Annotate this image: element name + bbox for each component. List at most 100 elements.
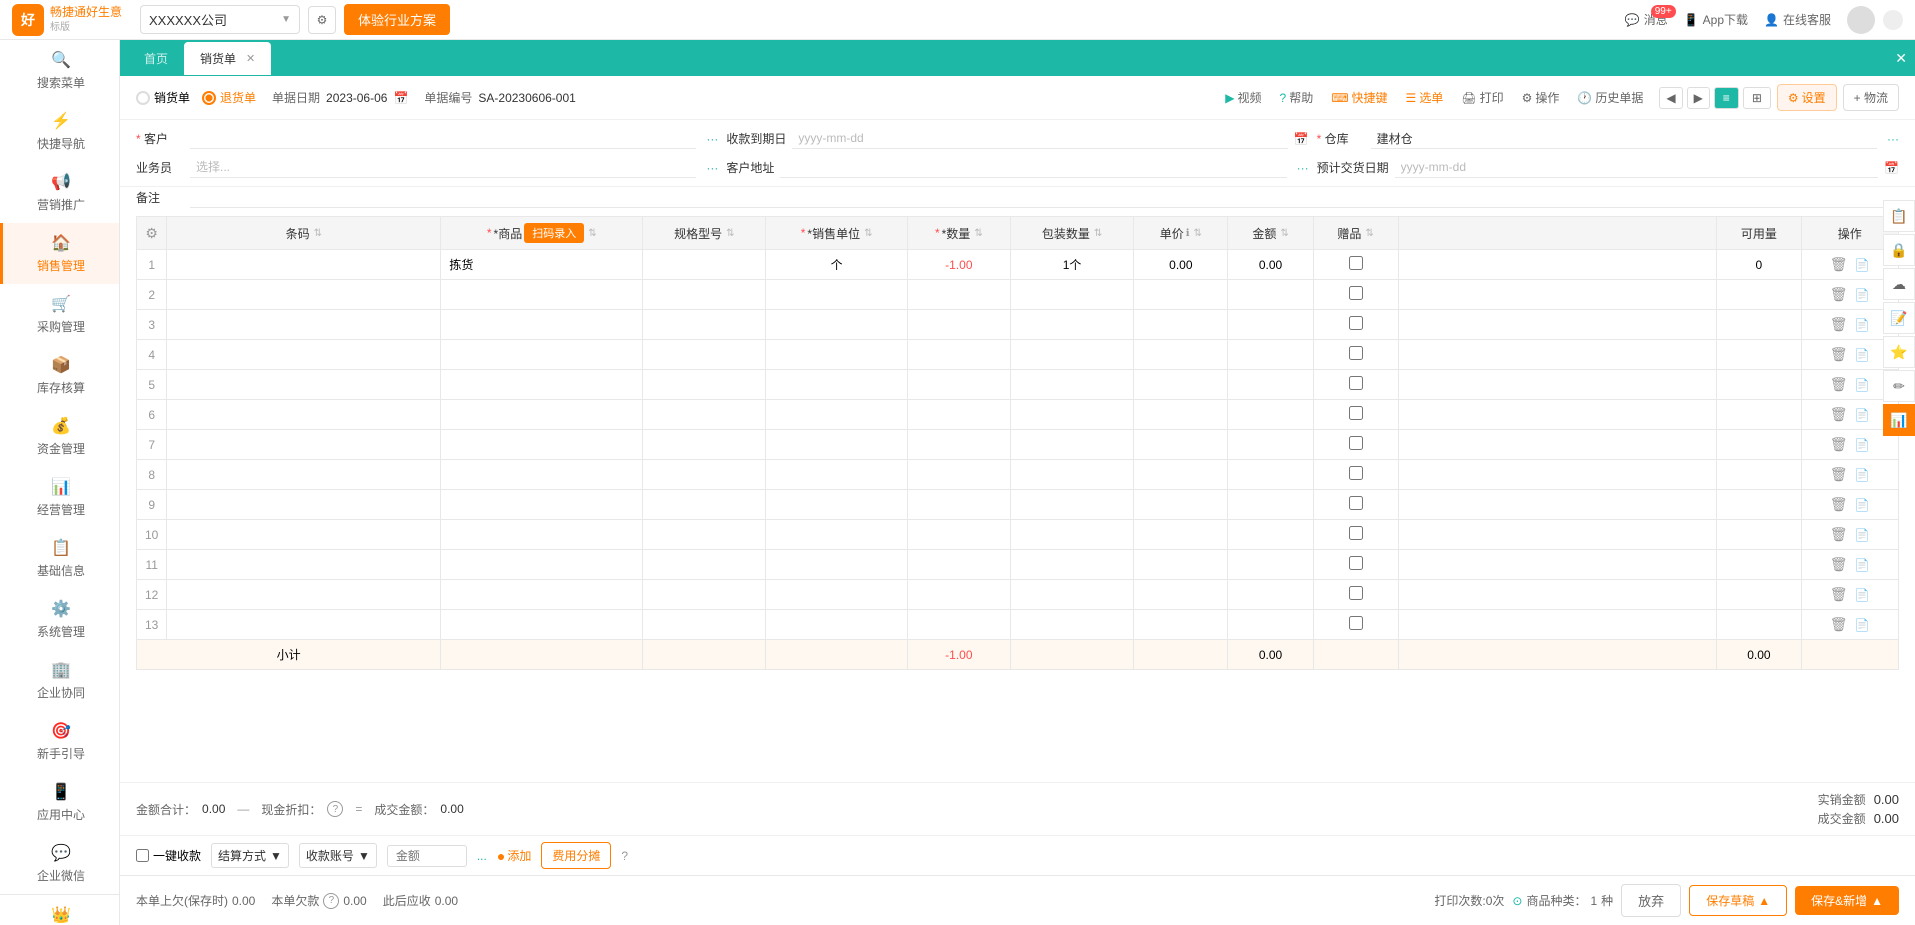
delete-row-button[interactable]: 🗑 — [1828, 254, 1850, 275]
print-action-btn[interactable]: 🖨 打印 — [1455, 86, 1509, 109]
gift-checkbox[interactable] — [1349, 346, 1363, 360]
unit-cell[interactable] — [766, 310, 907, 340]
unit-price-cell[interactable] — [1134, 580, 1228, 610]
barcode-input[interactable] — [175, 618, 432, 632]
product-type-selector[interactable]: ⊙ 商品种类： 1 种 — [1512, 892, 1613, 909]
product-cell[interactable] — [441, 310, 643, 340]
sidebar-item-finance[interactable]: 💰 资金管理 — [0, 406, 119, 467]
spec-cell[interactable] — [643, 490, 766, 520]
float-btn-1[interactable]: 📋 — [1883, 200, 1915, 232]
unit-cell[interactable] — [766, 340, 907, 370]
quantity-cell[interactable] — [907, 580, 1010, 610]
barcode-cell[interactable] — [167, 250, 441, 280]
pack-qty-cell[interactable] — [1010, 340, 1133, 370]
pack-qty-cell[interactable] — [1010, 430, 1133, 460]
gift-cell[interactable] — [1313, 520, 1398, 550]
sidebar-item-guide[interactable]: 🎯 新手引导 — [0, 711, 119, 772]
total-owed-info-icon[interactable]: ? — [323, 893, 339, 909]
barcode-cell[interactable] — [167, 610, 441, 640]
close-all-tabs-button[interactable]: ✕ — [1895, 50, 1907, 67]
product-cell[interactable] — [441, 460, 643, 490]
delivery-date-input[interactable] — [1395, 157, 1878, 178]
note-input[interactable] — [190, 187, 1899, 208]
spec-cell[interactable] — [643, 280, 766, 310]
copy-row-button[interactable]: 📄 — [1853, 286, 1872, 304]
pack-qty-cell[interactable] — [1010, 610, 1133, 640]
product-cell[interactable] — [441, 430, 643, 460]
barcode-input[interactable] — [175, 348, 432, 362]
product-cell[interactable] — [441, 340, 643, 370]
amount-cell[interactable] — [1228, 550, 1313, 580]
float-btn-2[interactable]: 🔒 — [1883, 234, 1915, 266]
payment-account-select[interactable]: 收款账号 ▼ — [299, 843, 377, 868]
pack-qty-cell[interactable] — [1010, 580, 1133, 610]
unit-cell[interactable] — [766, 280, 907, 310]
delete-row-button[interactable]: 🗑 — [1828, 554, 1850, 575]
delete-row-button[interactable]: 🗑 — [1828, 404, 1850, 425]
copy-row-button[interactable]: 📄 — [1853, 436, 1872, 454]
qty-sort-icon[interactable]: ⇅ — [974, 228, 982, 239]
barcode-input[interactable] — [175, 558, 432, 572]
spec-cell[interactable] — [643, 460, 766, 490]
quantity-cell[interactable] — [907, 340, 1010, 370]
delete-row-button[interactable]: 🗑 — [1828, 494, 1850, 515]
payment-due-input[interactable] — [792, 128, 1287, 149]
price-sort-icon[interactable]: ⇅ — [1194, 228, 1202, 239]
sidebar-item-enterprise[interactable]: 🏢 企业协同 — [0, 650, 119, 711]
tab-close-icon[interactable]: ✕ — [246, 52, 255, 65]
gift-cell[interactable] — [1313, 400, 1398, 430]
copy-row-button[interactable]: 📄 — [1853, 466, 1872, 484]
spec-cell[interactable] — [643, 370, 766, 400]
unit-cell[interactable] — [766, 370, 907, 400]
gift-checkbox[interactable] — [1349, 526, 1363, 540]
unit-price-cell[interactable] — [1134, 280, 1228, 310]
barcode-cell[interactable] — [167, 340, 441, 370]
payment-method-select[interactable]: 结算方式 ▼ — [211, 843, 289, 868]
spec-cell[interactable] — [643, 550, 766, 580]
pack-qty-cell[interactable] — [1010, 370, 1133, 400]
gift-checkbox[interactable] — [1349, 436, 1363, 450]
barcode-input[interactable] — [175, 288, 432, 302]
customer-address-input[interactable] — [780, 157, 1286, 178]
barcode-input[interactable] — [175, 528, 432, 542]
copy-row-button[interactable]: 📄 — [1853, 256, 1872, 274]
nav-prev-btn[interactable]: ◀ — [1659, 87, 1682, 109]
unit-price-cell[interactable] — [1134, 370, 1228, 400]
select-action-btn[interactable]: ☰ 选单 — [1400, 86, 1450, 109]
copy-row-button[interactable]: 📄 — [1853, 496, 1872, 514]
unit-cell[interactable] — [766, 460, 907, 490]
gift-cell[interactable] — [1313, 250, 1398, 280]
product-cell[interactable] — [441, 370, 643, 400]
quantity-cell[interactable]: -1.00 — [907, 250, 1010, 280]
sidebar-item-marketing[interactable]: 📢 营销推广 — [0, 162, 119, 223]
product-cell[interactable] — [441, 550, 643, 580]
product-cell[interactable]: 拣货 — [441, 250, 643, 280]
unit-sort-icon[interactable]: ⇅ — [864, 228, 872, 239]
spec-cell[interactable] — [643, 310, 766, 340]
amount-cell[interactable]: 0.00 — [1228, 250, 1313, 280]
warehouse-dots-icon[interactable]: ··· — [1887, 132, 1899, 146]
amount-cell[interactable] — [1228, 490, 1313, 520]
float-btn-5[interactable]: ⭐ — [1883, 336, 1915, 368]
sidebar-item-quick-nav[interactable]: ⚡ 快捷导航 — [0, 101, 119, 162]
company-selector[interactable]: XXXXXX公司 ▼ — [140, 5, 300, 34]
float-btn-6[interactable]: ✏ — [1883, 370, 1915, 402]
spec-cell[interactable] — [643, 340, 766, 370]
unit-cell[interactable] — [766, 610, 907, 640]
date-calendar-icon[interactable]: 📅 — [393, 91, 408, 105]
barcode-cell[interactable] — [167, 370, 441, 400]
sidebar-item-inventory[interactable]: 📦 库存核算 — [0, 345, 119, 406]
pack-qty-cell[interactable]: 1个 — [1010, 250, 1133, 280]
barcode-cell[interactable] — [167, 310, 441, 340]
unit-price-cell[interactable] — [1134, 310, 1228, 340]
sidebar-item-app-center[interactable]: 📱 应用中心 — [0, 772, 119, 833]
barcode-cell[interactable] — [167, 550, 441, 580]
gift-checkbox[interactable] — [1349, 556, 1363, 570]
barcode-input[interactable] — [175, 258, 432, 272]
product-cell[interactable] — [441, 400, 643, 430]
amount-cell[interactable] — [1228, 580, 1313, 610]
gift-cell[interactable] — [1313, 460, 1398, 490]
sidebar-item-base-info[interactable]: 📋 基础信息 — [0, 528, 119, 589]
gift-cell[interactable] — [1313, 580, 1398, 610]
barcode-cell[interactable] — [167, 400, 441, 430]
